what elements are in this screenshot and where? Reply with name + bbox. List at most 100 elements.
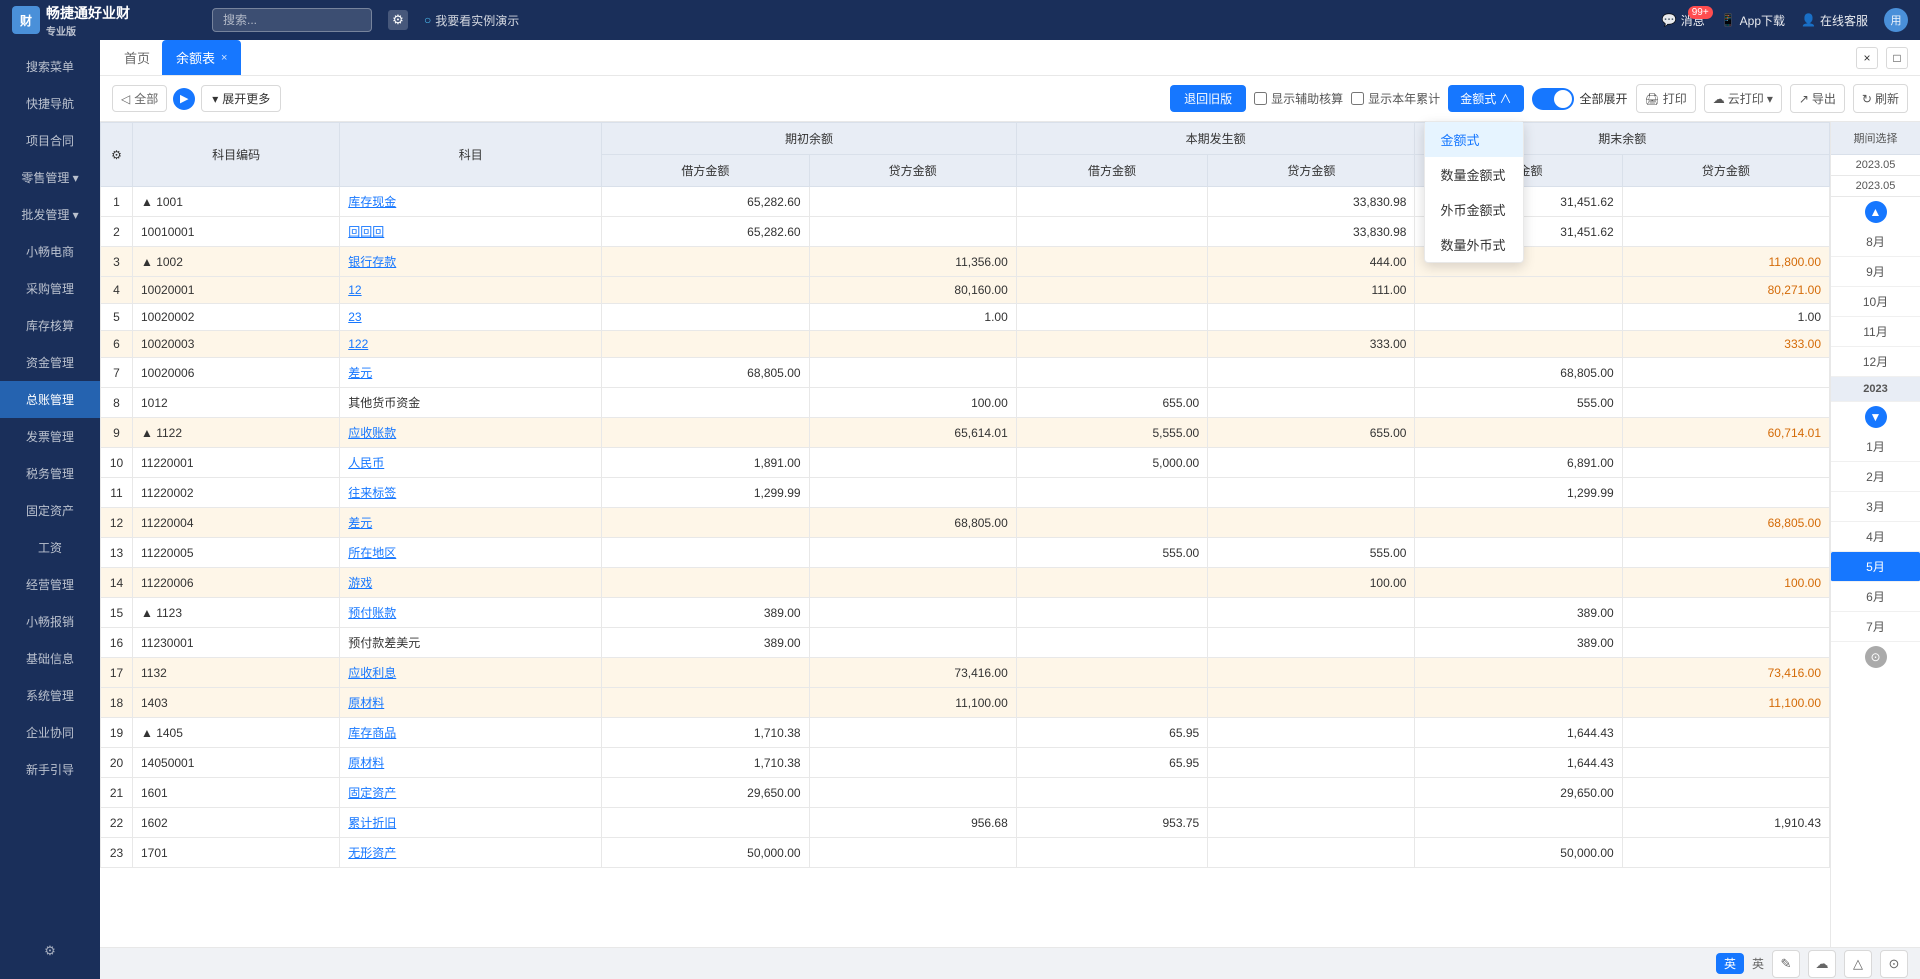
sidebar-item-cooperation[interactable]: 企业协同 (0, 714, 100, 751)
cb-credit (1622, 187, 1829, 217)
tab-restore-btn[interactable]: × (1856, 47, 1878, 69)
ob-credit (809, 187, 1016, 217)
breadcrumb-forward-btn[interactable]: ▶ (173, 88, 195, 110)
sidebar-item-invoice[interactable]: 发票管理 (0, 418, 100, 455)
sidebar-item-tax[interactable]: 税务管理 (0, 455, 100, 492)
print-btn[interactable]: 🖨 打印 (1636, 84, 1696, 113)
sidebar-item-purchase[interactable]: 采购管理 (0, 270, 100, 307)
month-9[interactable]: 9月 (1831, 257, 1920, 287)
sidebar-item-nav[interactable]: 快捷导航 (0, 85, 100, 122)
app-download-btn[interactable]: 📱 App下载 (1721, 12, 1785, 29)
row-name[interactable]: 游戏 (340, 568, 602, 598)
bottom-wifi-btn[interactable]: ⊙ (1880, 950, 1908, 978)
row-code: 11220001 (133, 448, 340, 478)
month-7[interactable]: 7月 (1831, 612, 1920, 642)
show-auxiliary-checkbox[interactable]: 显示辅助核算 (1254, 90, 1343, 107)
pd-debit (1016, 217, 1207, 247)
row-name[interactable]: 库存商品 (340, 718, 602, 748)
month-down-blue-btn[interactable]: ▼ (1865, 406, 1887, 428)
sidebar-item-guide[interactable]: 新手引导 (0, 751, 100, 788)
row-name[interactable]: 差元 (340, 508, 602, 538)
sidebar-item-ecommerce[interactable]: 小畅电商 (0, 233, 100, 270)
show-ytd-checkbox[interactable]: 显示本年累计 (1351, 90, 1440, 107)
tab-home[interactable]: 首页 (112, 40, 162, 75)
row-name[interactable]: 23 (340, 304, 602, 331)
row-name[interactable]: 人民币 (340, 448, 602, 478)
dropdown-item-qty-forex[interactable]: 数量外币式 (1425, 227, 1523, 262)
month-5[interactable]: 5月 (1831, 552, 1920, 582)
row-name[interactable]: 预付账款 (340, 598, 602, 628)
demo-link[interactable]: ○ 我要看实例演示 (424, 12, 519, 29)
month-8[interactable]: 8月 (1831, 227, 1920, 257)
tab-minimize-btn[interactable]: □ (1886, 47, 1908, 69)
month-12[interactable]: 12月 (1831, 347, 1920, 377)
month-10[interactable]: 10月 (1831, 287, 1920, 317)
row-name[interactable]: 预付款差美元 (340, 628, 602, 658)
message-btn[interactable]: 💬 消息 99+ (1662, 12, 1705, 29)
month-3[interactable]: 3月 (1831, 492, 1920, 522)
sidebar-item-wholesale[interactable]: 批发管理 ▾ (0, 196, 100, 233)
lang-btn[interactable]: 英 (1716, 953, 1744, 974)
tab-close-btn[interactable]: × (221, 52, 227, 64)
month-1[interactable]: 1月 (1831, 432, 1920, 462)
tab-balance[interactable]: 余额表 × (162, 40, 241, 75)
back-old-version-btn[interactable]: 退回旧版 (1170, 85, 1246, 112)
dropdown-item-amount[interactable]: 金额式 (1425, 122, 1523, 157)
row-name[interactable]: 原材料 (340, 748, 602, 778)
sidebar-item-base[interactable]: 基础信息 (0, 640, 100, 677)
settings-icon[interactable]: ⚙ (388, 10, 408, 30)
online-service-btn[interactable]: 👤 在线客服 (1801, 12, 1868, 29)
month-2[interactable]: 2月 (1831, 462, 1920, 492)
col-settings-header[interactable]: ⚙ (101, 123, 133, 187)
sidebar-item-payroll[interactable]: 工资 (0, 529, 100, 566)
month-11[interactable]: 11月 (1831, 317, 1920, 347)
dropdown-item-qty-amount[interactable]: 数量金额式 (1425, 157, 1523, 192)
row-name[interactable]: 122 (340, 331, 602, 358)
expand-btn[interactable]: ▾ 展开更多 (201, 85, 281, 112)
sidebar-item-inventory[interactable]: 库存核算 (0, 307, 100, 344)
row-name[interactable]: 银行存款 (340, 247, 602, 277)
bottom-edit-btn[interactable]: ✎ (1772, 950, 1800, 978)
row-name[interactable]: 回回回 (340, 217, 602, 247)
row-name[interactable]: 其他货币资金 (340, 388, 602, 418)
row-name[interactable]: 应收账款 (340, 418, 602, 448)
sidebar-item-finance[interactable]: 资金管理 (0, 344, 100, 381)
sidebar-item-system[interactable]: 系统管理 (0, 677, 100, 714)
bottom-bar: 英 英 ✎ ☁ △ ⊙ (100, 947, 1920, 979)
refresh-btn[interactable]: ↻ 刷新 (1853, 84, 1908, 113)
row-name[interactable]: 原材料 (340, 688, 602, 718)
sidebar-item-search[interactable]: 搜索菜单 (0, 48, 100, 85)
mode-dropdown-btn[interactable]: 金额式 ∧ (1448, 85, 1523, 112)
sidebar-item-project[interactable]: 项目合同 (0, 122, 100, 159)
sidebar-item-retail[interactable]: 零售管理 ▾ (0, 159, 100, 196)
sidebar-item-mgmt[interactable]: 经营管理 (0, 566, 100, 603)
export-btn[interactable]: ↗ 导出 (1790, 84, 1845, 113)
pd-credit (1208, 658, 1415, 688)
bottom-cloud-btn[interactable]: ☁ (1808, 950, 1836, 978)
ob-credit (809, 478, 1016, 508)
search-input[interactable] (212, 8, 372, 32)
row-name[interactable]: 所在地区 (340, 538, 602, 568)
breadcrumb-all-btn[interactable]: ◁ 全部 (112, 85, 167, 112)
user-btn[interactable]: 用 (1884, 8, 1908, 32)
row-name[interactable]: 差元 (340, 358, 602, 388)
row-name[interactable]: 12 (340, 277, 602, 304)
row-name[interactable]: 固定资产 (340, 778, 602, 808)
row-name[interactable]: 累计折旧 (340, 808, 602, 838)
month-4[interactable]: 4月 (1831, 522, 1920, 552)
month-up-btn[interactable]: ▲ (1865, 201, 1887, 223)
row-name[interactable]: 往来标签 (340, 478, 602, 508)
cloud-print-btn[interactable]: ☁ 云打印 ▾ (1704, 84, 1782, 113)
sidebar-item-ledger[interactable]: 总账管理 (0, 381, 100, 418)
month-6[interactable]: 6月 (1831, 582, 1920, 612)
bottom-upload-btn[interactable]: △ (1844, 950, 1872, 978)
sidebar-item-expense[interactable]: 小畅报销 (0, 603, 100, 640)
row-name[interactable]: 应收利息 (340, 658, 602, 688)
row-name[interactable]: 库存现金 (340, 187, 602, 217)
month-collapse-btn[interactable]: ⊙ (1865, 646, 1887, 668)
expand-toggle[interactable] (1532, 88, 1574, 110)
sidebar-settings-btn[interactable]: ⚙ (40, 933, 60, 969)
dropdown-item-forex-amount[interactable]: 外币金额式 (1425, 192, 1523, 227)
sidebar-item-assets[interactable]: 固定资产 (0, 492, 100, 529)
row-name[interactable]: 无形资产 (340, 838, 602, 868)
